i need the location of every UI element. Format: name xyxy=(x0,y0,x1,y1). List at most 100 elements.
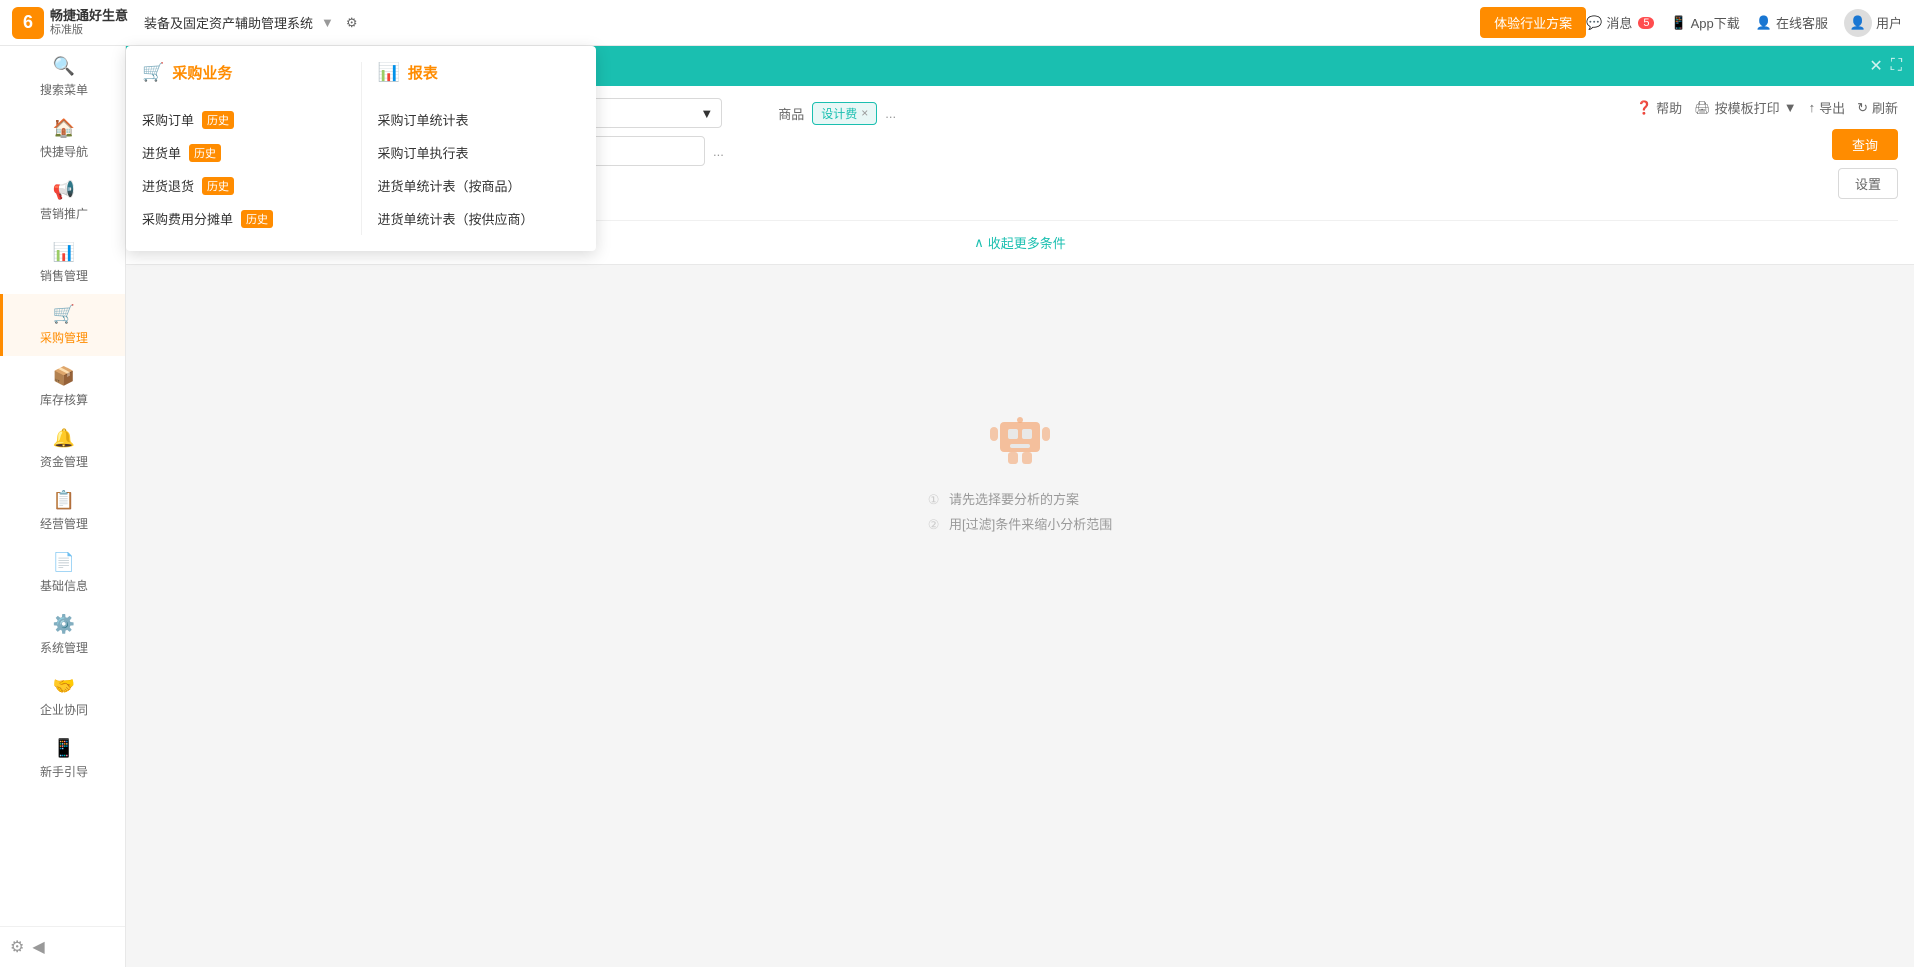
purchase-section-label: 采购业务 xyxy=(172,62,232,83)
dropdown-item-report-4[interactable]: 进货单统计表（按供应商） xyxy=(378,202,581,235)
sidebar-item-label-sales: 销售管理 xyxy=(40,267,88,284)
app-download-action[interactable]: 📱 App下载 xyxy=(1670,13,1739,32)
inventory-icon: 📦 xyxy=(53,366,75,387)
print-icon: 🖨 xyxy=(1694,100,1711,116)
logo-char: 6 xyxy=(23,12,33,33)
sidebar-item-label-inventory: 库存核算 xyxy=(40,391,88,408)
sidebar-item-operations[interactable]: 📋 经营管理 xyxy=(0,480,125,542)
dropdown-item-report-3[interactable]: 进货单统计表（按商品） xyxy=(378,169,581,202)
sidebar-item-label-guide: 新手引导 xyxy=(40,763,88,780)
sidebar-item-search[interactable]: 🔍 搜索菜单 xyxy=(0,46,125,108)
inbound-label: 进货单 xyxy=(142,143,181,162)
enterprise-icon: 🤝 xyxy=(53,676,75,697)
dropdown-divider xyxy=(361,62,362,235)
purchase-dropdown: 🛒 采购业务 采购订单 历史 进货单 历史 进货退货 历史 采购费用分摊单 历史… xyxy=(126,46,596,251)
sidebar-item-purchase[interactable]: 🛒 采购管理 xyxy=(0,294,125,356)
right-actions: ❓ 帮助 🖨 按模板打印 ▼ ↑ 导出 xyxy=(1636,98,1898,199)
print-btn[interactable]: 🖨 按模板打印 ▼ xyxy=(1694,98,1796,117)
sidebar-item-nav[interactable]: 🏠 快捷导航 xyxy=(0,108,125,170)
expense-history: 历史 xyxy=(241,210,273,228)
tab-maximize-icon[interactable]: ⛶ xyxy=(1891,57,1902,75)
sidebar-settings-icon[interactable]: ⚙ xyxy=(10,937,24,957)
service-icon: 👤 xyxy=(1756,15,1772,31)
empty-tip-2-text: 用[过滤]条件来缩小分析范围 xyxy=(949,517,1112,532)
purchase-icon: 🛒 xyxy=(53,304,75,325)
message-action[interactable]: 💬 消息 5 xyxy=(1586,13,1654,32)
query-button[interactable]: 查询 xyxy=(1832,129,1898,160)
return-label: 进货退货 xyxy=(142,176,194,195)
sidebar-item-label-finance: 资金管理 xyxy=(40,453,88,470)
industry-btn[interactable]: 体验行业方案 xyxy=(1480,7,1586,38)
expense-label: 采购费用分摊单 xyxy=(142,209,233,228)
message-badge: 5 xyxy=(1638,17,1654,29)
sidebar-item-inventory[interactable]: 📦 库存核算 xyxy=(0,356,125,418)
sidebar-collapse-icon[interactable]: ◀ xyxy=(32,937,44,957)
user-action[interactable]: 👤 用户 xyxy=(1844,9,1902,37)
setup-button[interactable]: 设置 xyxy=(1838,168,1898,199)
help-btn[interactable]: ❓ 帮助 xyxy=(1636,98,1682,117)
purchase-section-icon: 🛒 xyxy=(142,62,164,83)
dropdown-item-inbound[interactable]: 进货单 历史 xyxy=(142,136,345,169)
salesperson-dots[interactable]: ... xyxy=(713,144,724,159)
refresh-label: 刷新 xyxy=(1872,98,1898,117)
sidebar-item-enterprise[interactable]: 🤝 企业协同 xyxy=(0,666,125,728)
collapse-arrow: ∧ xyxy=(974,235,984,251)
dropdown-item-report-2[interactable]: 采购订单执行表 xyxy=(378,136,581,169)
sidebar-item-label-operations: 经营管理 xyxy=(40,515,88,532)
goods-tag-close[interactable]: × xyxy=(861,106,868,120)
sidebar-item-system[interactable]: ⚙️ 系统管理 xyxy=(0,604,125,666)
home-icon: 🏠 xyxy=(53,118,75,139)
dropdown-item-report-1[interactable]: 采购订单统计表 xyxy=(378,103,581,136)
sidebar-item-label-enterprise: 企业协同 xyxy=(40,701,88,718)
filter-group-goods: 商品 设计费 × ... xyxy=(778,102,896,125)
sidebar-item-finance[interactable]: 🔔 资金管理 xyxy=(0,418,125,480)
logo-icon: 6 xyxy=(12,7,44,39)
sidebar-item-label-system: 系统管理 xyxy=(40,639,88,656)
goods-tag: 设计费 × xyxy=(812,102,877,125)
sidebar-item-label-purchase: 采购管理 xyxy=(40,329,88,346)
content-body: ① 请先选择要分析的方案 ② 用[过滤]条件来缩小分析范围 xyxy=(126,265,1914,967)
dropdown-item-return[interactable]: 进货退货 历史 xyxy=(142,169,345,202)
reports-section-label: 报表 xyxy=(408,62,438,83)
sidebar-item-basic[interactable]: 📄 基础信息 xyxy=(0,542,125,604)
report-3-label: 进货单统计表（按商品） xyxy=(378,176,521,195)
help-icon: ❓ xyxy=(1636,100,1652,116)
print-label: 按模板打印 xyxy=(1715,98,1780,117)
message-label: 消息 xyxy=(1606,13,1632,32)
sidebar-item-sales[interactable]: 📊 销售管理 xyxy=(0,232,125,294)
dropdown-item-expense[interactable]: 采购费用分摊单 历史 xyxy=(142,202,345,235)
online-service-action[interactable]: 👤 在线客服 xyxy=(1756,13,1828,32)
dropdown-item-purchase-order[interactable]: 采购订单 历史 xyxy=(142,103,345,136)
reports-section-icon: 📊 xyxy=(378,62,400,83)
help-label: 帮助 xyxy=(1656,98,1682,117)
marketing-icon: 📢 xyxy=(53,180,75,201)
sidebar: 🔍 搜索菜单 🏠 快捷导航 📢 营销推广 📊 销售管理 🛒 采购管理 📦 xyxy=(0,46,126,967)
refresh-btn[interactable]: ↻ 刷新 xyxy=(1857,98,1898,117)
sidebar-item-guide[interactable]: 📱 新手引导 xyxy=(0,728,125,790)
title-dropdown-icon[interactable]: ▼ xyxy=(321,15,334,30)
report-2-label: 采购订单执行表 xyxy=(378,143,469,162)
user-avatar: 👤 xyxy=(1844,9,1872,37)
settings-icon[interactable]: ⚙ xyxy=(346,15,358,31)
top-bar-title: 装备及固定资产辅助管理系统 ▼ ⚙ xyxy=(144,13,1472,32)
tab-bar-right: ✕ ⛶ xyxy=(1869,56,1914,76)
empty-state-icon xyxy=(980,397,1060,477)
refresh-icon: ↻ xyxy=(1857,100,1868,116)
basic-icon: 📄 xyxy=(53,552,75,573)
logo-area: 6 畅捷通好生意 标准版 xyxy=(12,7,128,39)
query-actions: 查询 xyxy=(1832,129,1898,160)
goods-filter-dots[interactable]: ... xyxy=(885,106,896,121)
sidebar-item-marketing[interactable]: 📢 营销推广 xyxy=(0,170,125,232)
tab-window-close-icon[interactable]: ✕ xyxy=(1869,56,1882,76)
logo-text: 畅捷通好生意 标准版 xyxy=(50,8,128,37)
sidebar-item-label-nav: 快捷导航 xyxy=(40,143,88,160)
goods-label: 商品 xyxy=(778,104,804,123)
dropdown-purchase-section: 🛒 采购业务 采购订单 历史 进货单 历史 进货退货 历史 采购费用分摊单 历史 xyxy=(142,62,345,235)
phone-icon: 📱 xyxy=(1670,15,1686,31)
sales-icon: 📊 xyxy=(53,242,75,263)
app-download-label: App下载 xyxy=(1691,13,1740,32)
export-btn[interactable]: ↑ 导出 xyxy=(1809,98,1846,117)
guide-icon: 📱 xyxy=(53,738,75,759)
message-icon: 💬 xyxy=(1586,15,1602,31)
empty-state: ① 请先选择要分析的方案 ② 用[过滤]条件来缩小分析范围 xyxy=(126,265,1914,665)
